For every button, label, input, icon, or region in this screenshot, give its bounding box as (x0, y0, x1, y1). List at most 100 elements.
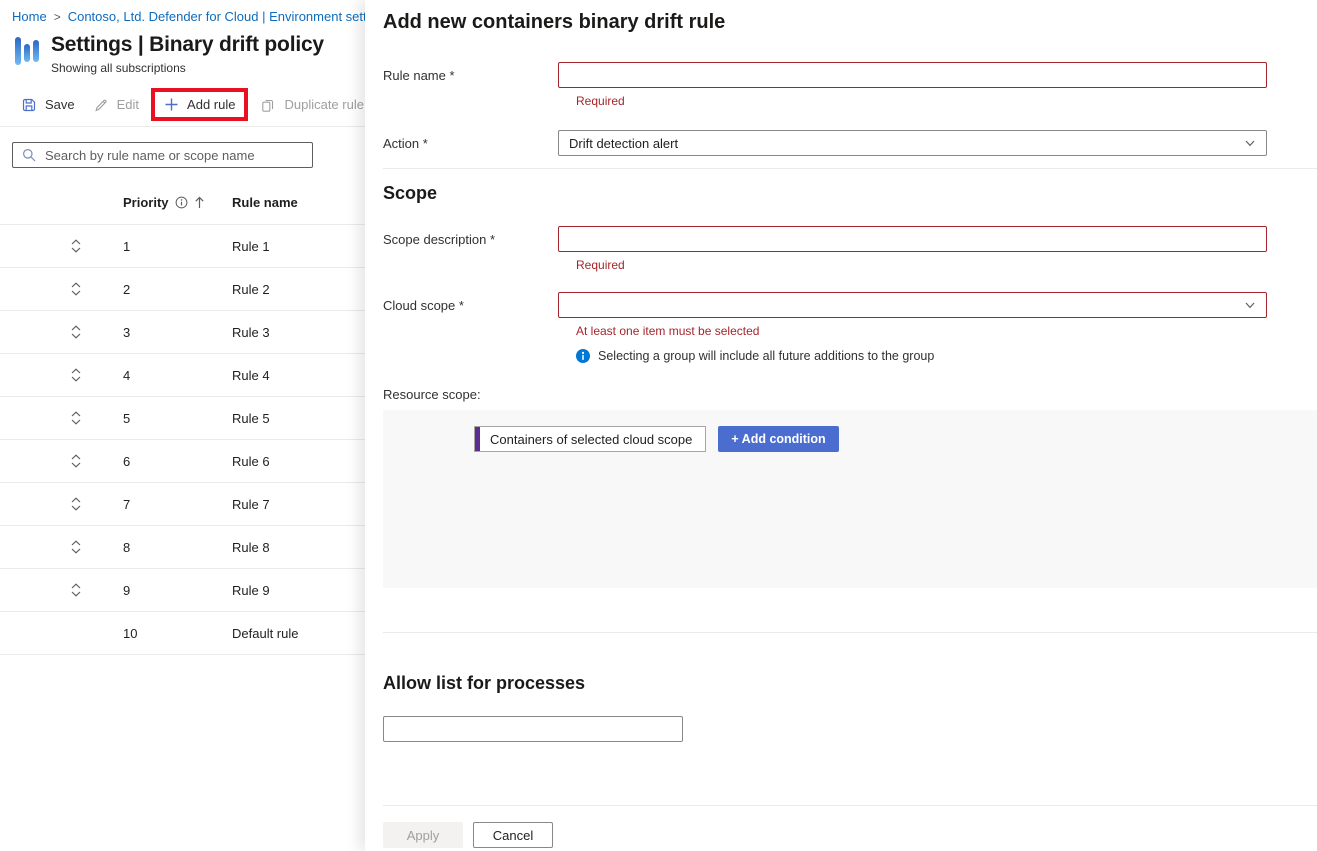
save-icon (21, 97, 37, 113)
rule-priority: 3 (123, 325, 232, 340)
reorder-icon[interactable] (70, 410, 82, 426)
rule-name-label: Rule name * (383, 68, 558, 83)
scope-description-input[interactable] (558, 226, 1267, 252)
sort-ascending-icon (194, 196, 205, 209)
duplicate-copy-icon (260, 97, 276, 113)
rules-table: Priority Rule name 1 Rule 1 2 Rule 2 (0, 180, 365, 655)
rule-name: Rule 7 (232, 497, 365, 512)
rule-name: Rule 4 (232, 368, 365, 383)
cloud-scope-label: Cloud scope * (383, 298, 558, 313)
search-input[interactable] (45, 148, 303, 163)
rule-priority: 9 (123, 583, 232, 598)
rule-name: Rule 8 (232, 540, 365, 555)
rule-priority: 5 (123, 411, 232, 426)
rule-priority: 10 (123, 626, 232, 641)
table-row[interactable]: 8 Rule 8 (0, 526, 365, 569)
cloud-scope-error-message: At least one item must be selected (576, 324, 1317, 338)
rule-name: Rule 6 (232, 454, 365, 469)
table-row[interactable]: 7 Rule 7 (0, 483, 365, 526)
edit-button[interactable]: Edit (84, 92, 148, 118)
reorder-icon[interactable] (70, 238, 82, 254)
action-label: Action * (383, 136, 558, 151)
search-icon (22, 148, 36, 162)
duplicate-rule-button[interactable]: Duplicate rule (251, 92, 365, 118)
table-row[interactable]: 5 Rule 5 (0, 397, 365, 440)
rule-priority: 2 (123, 282, 232, 297)
table-header-row: Priority Rule name (0, 180, 365, 225)
allow-list-heading: Allow list for processes (383, 673, 1317, 694)
chevron-down-icon (1244, 299, 1256, 311)
rule-name: Rule 2 (232, 282, 365, 297)
reorder-icon[interactable] (70, 496, 82, 512)
page-header: Settings | Binary drift policy Showing a… (14, 32, 365, 75)
rule-name: Default rule (232, 626, 365, 641)
command-bar: Save Edit Add rule Duplicate rule (0, 83, 365, 127)
rule-priority: 6 (123, 454, 232, 469)
cloud-scope-info-message: Selecting a group will include all futur… (598, 349, 934, 363)
apply-button[interactable]: Apply (383, 822, 463, 848)
breadcrumb-separator: > (54, 10, 61, 24)
table-row[interactable]: 6 Rule 6 (0, 440, 365, 483)
rule-name: Rule 5 (232, 411, 365, 426)
duplicate-label: Duplicate rule (284, 97, 364, 112)
plus-icon (164, 97, 179, 112)
table-row[interactable]: 9 Rule 9 (0, 569, 365, 612)
allow-list-input[interactable] (383, 716, 683, 742)
scope-heading: Scope (383, 183, 1317, 204)
add-condition-button[interactable]: + Add condition (718, 426, 838, 452)
table-row[interactable]: 4 Rule 4 (0, 354, 365, 397)
rule-priority: 8 (123, 540, 232, 555)
save-button[interactable]: Save (12, 92, 84, 118)
reorder-icon[interactable] (70, 281, 82, 297)
panel-footer: Apply Cancel (383, 805, 1317, 848)
priority-info-icon (175, 196, 188, 209)
rules-list-pane: Home > Contoso, Ltd. Defender for Cloud | … (0, 0, 365, 851)
panel-title: Add new containers binary drift rule (383, 8, 1317, 36)
scope-description-required-message: Required (576, 258, 1317, 272)
rule-name-column-header: Rule name (232, 195, 365, 210)
rule-name-input[interactable] (558, 62, 1267, 88)
rule-name-required-message: Required (576, 94, 1317, 108)
page-title: Settings | Binary drift policy (51, 32, 324, 58)
edit-pencil-icon (93, 97, 109, 113)
resource-scope-label: Resource scope: (383, 387, 1317, 402)
resource-scope-chip-label: Containers of selected cloud scope (480, 427, 705, 451)
add-rule-button[interactable]: Add rule (155, 92, 244, 117)
section-divider (383, 168, 1317, 169)
chevron-down-icon (1244, 137, 1256, 149)
rule-name: Rule 1 (232, 239, 365, 254)
page-subtitle: Showing all subscriptions (51, 61, 324, 75)
breadcrumb-home-link[interactable]: Home (12, 9, 47, 24)
add-rule-highlight-box: Add rule (151, 88, 248, 121)
reorder-icon[interactable] (70, 324, 82, 340)
reorder-icon[interactable] (70, 453, 82, 469)
table-row[interactable]: 3 Rule 3 (0, 311, 365, 354)
rule-name: Rule 3 (232, 325, 365, 340)
rule-name: Rule 9 (232, 583, 365, 598)
breadcrumb-current-link[interactable]: Contoso, Ltd. Defender for Cloud | Envir… (68, 9, 365, 24)
scope-description-label: Scope description * (383, 232, 558, 247)
add-rule-label: Add rule (187, 97, 235, 112)
save-label: Save (45, 97, 75, 112)
breadcrumb: Home > Contoso, Ltd. Defender for Cloud | … (0, 0, 365, 24)
add-rule-panel: Add new containers binary drift rule Rul… (365, 0, 1317, 851)
table-row[interactable]: 2 Rule 2 (0, 268, 365, 311)
action-dropdown[interactable]: Drift detection alert (558, 130, 1267, 156)
cloud-scope-dropdown[interactable] (558, 292, 1267, 318)
rule-priority: 7 (123, 497, 232, 512)
resource-scope-builder: Containers of selected cloud scope + Add… (383, 410, 1317, 588)
rule-priority: 4 (123, 368, 232, 383)
action-selected-value: Drift detection alert (569, 136, 678, 151)
table-row[interactable]: 1 Rule 1 (0, 225, 365, 268)
edit-label: Edit (117, 97, 139, 112)
cancel-button[interactable]: Cancel (473, 822, 553, 848)
resource-scope-chip: Containers of selected cloud scope (474, 426, 706, 452)
table-row-default[interactable]: 10 Default rule (0, 612, 365, 655)
search-box (12, 142, 313, 168)
reorder-icon[interactable] (70, 539, 82, 555)
priority-header-label: Priority (123, 195, 169, 210)
priority-column-header[interactable]: Priority (123, 195, 232, 210)
binary-drift-policy-icon (14, 35, 40, 69)
reorder-icon[interactable] (70, 367, 82, 383)
reorder-icon[interactable] (70, 582, 82, 598)
